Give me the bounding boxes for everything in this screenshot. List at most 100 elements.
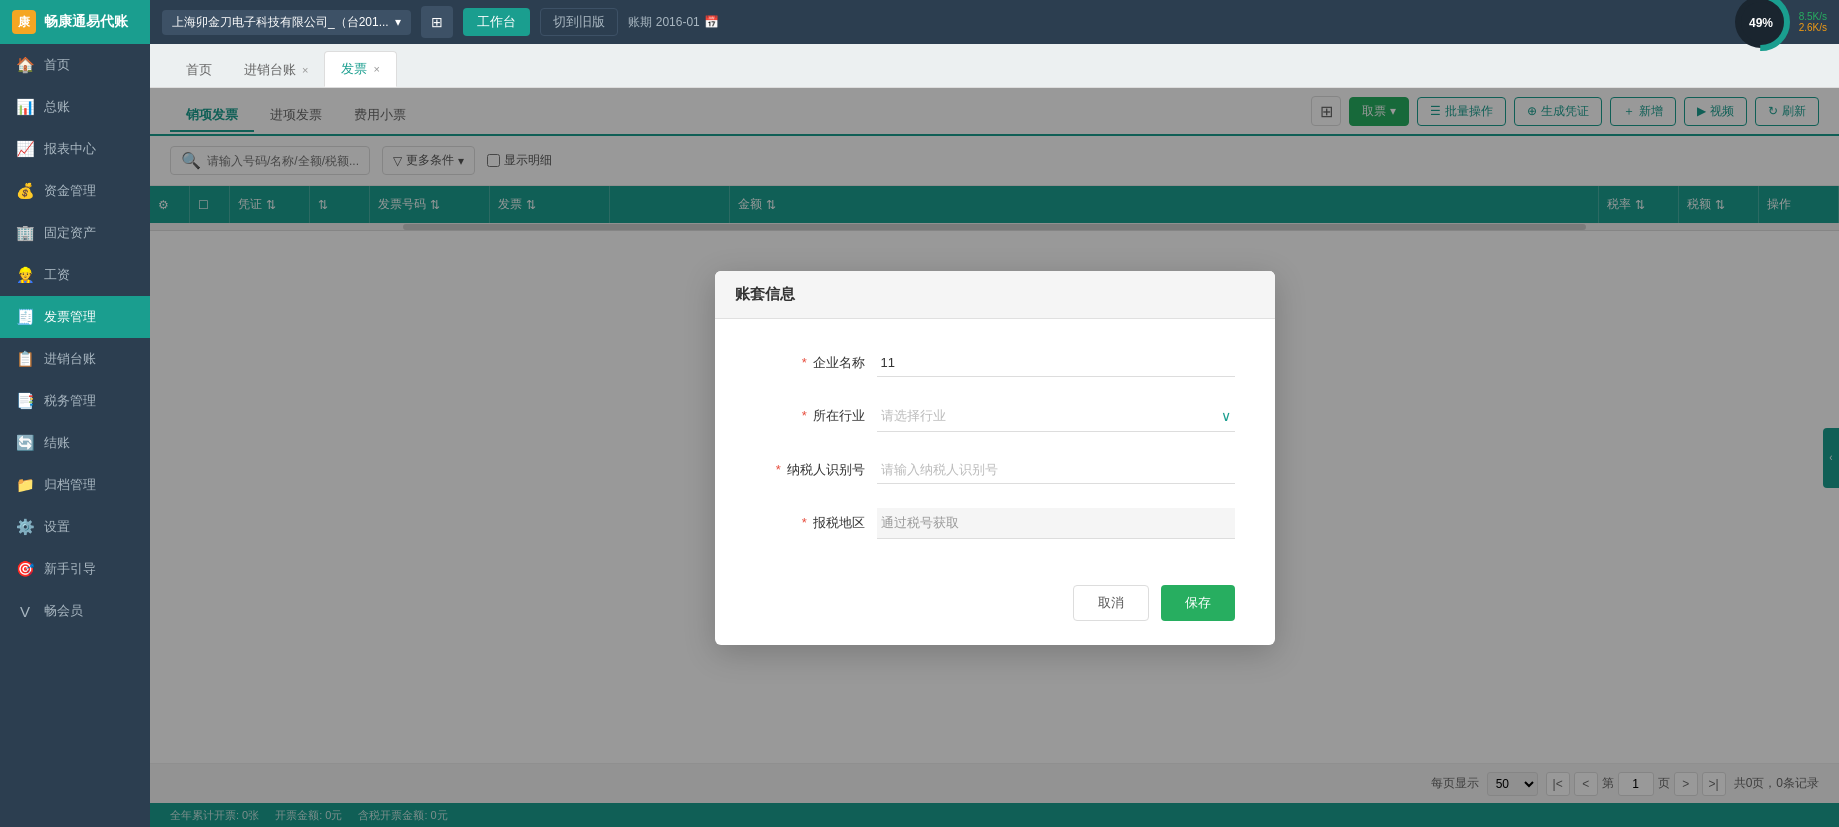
sidebar-icon-7: 📋 xyxy=(16,350,34,368)
sidebar-label-13: 畅会员 xyxy=(44,602,83,620)
sidebar-label-12: 新手引导 xyxy=(44,560,96,578)
sidebar-item-10[interactable]: 📁 归档管理 xyxy=(0,464,150,506)
cancel-button[interactable]: 取消 xyxy=(1073,585,1149,621)
form-label-taxregion: * 报税地区 xyxy=(755,514,865,532)
tab-home-label: 首页 xyxy=(186,61,212,79)
industry-placeholder: 请选择行业 xyxy=(881,407,1221,425)
sidebar-icon-9: 🔄 xyxy=(16,434,34,452)
workbench-button[interactable]: 工作台 xyxy=(463,8,530,36)
company-dropdown-icon: ▾ xyxy=(395,15,401,29)
sidebar-item-5[interactable]: 👷 工资 xyxy=(0,254,150,296)
dialog-header: 账套信息 xyxy=(715,271,1275,319)
company-name-input[interactable] xyxy=(877,349,1235,377)
tab-invoices-label: 发票 xyxy=(341,60,367,78)
sidebar-item-2[interactable]: 📈 报表中心 xyxy=(0,128,150,170)
sidebar-item-13[interactable]: V 畅会员 xyxy=(0,590,150,632)
dialog-body: * 企业名称 * 所在行业 请选择行业 ∨ xyxy=(715,319,1275,569)
app-logo-icon: 康 xyxy=(12,10,36,34)
sidebar-label-0: 首页 xyxy=(44,56,70,74)
form-row-taxid: * 纳税人识别号 xyxy=(755,456,1235,484)
sidebar-icon-8: 📑 xyxy=(16,392,34,410)
sidebar-item-11[interactable]: ⚙️ 设置 xyxy=(0,506,150,548)
tabbar: 首页 进销台账 × 发票 × xyxy=(150,44,1839,88)
company-name: 上海卯金刀电子科技有限公司_（台201... xyxy=(172,14,389,31)
required-star-taxid: * xyxy=(776,462,781,477)
speed-percent: 49% xyxy=(1749,16,1773,30)
industry-dropdown-icon: ∨ xyxy=(1221,408,1231,424)
required-star-company: * xyxy=(802,355,807,370)
sidebar-label-4: 固定资产 xyxy=(44,224,96,242)
form-row-taxregion: * 报税地区 通过税号获取 xyxy=(755,508,1235,539)
tab-invoices-close[interactable]: × xyxy=(373,63,379,75)
sidebar-item-4[interactable]: 🏢 固定资产 xyxy=(0,212,150,254)
sidebar-item-0[interactable]: 🏠 首页 xyxy=(0,44,150,86)
sidebar-item-12[interactable]: 🎯 新手引导 xyxy=(0,548,150,590)
form-row-company: * 企业名称 xyxy=(755,349,1235,377)
speed-down: 2.6K/s xyxy=(1799,22,1827,33)
sidebar-item-3[interactable]: 💰 资金管理 xyxy=(0,170,150,212)
sidebar-item-7[interactable]: 📋 进销台账 xyxy=(0,338,150,380)
tab-purchases-label: 进销台账 xyxy=(244,61,296,79)
main-area: 上海卯金刀电子科技有限公司_（台201... ▾ ⊞ 工作台 切到旧版 账期 2… xyxy=(150,0,1839,827)
sidebar-icon-3: 💰 xyxy=(16,182,34,200)
sidebar-label-11: 设置 xyxy=(44,518,70,536)
sidebar-item-6[interactable]: 🧾 发票管理 xyxy=(0,296,150,338)
sidebar-label-5: 工资 xyxy=(44,266,70,284)
sidebar-label-7: 进销台账 xyxy=(44,350,96,368)
sidebar-icon-4: 🏢 xyxy=(16,224,34,242)
period-label: 账期 xyxy=(628,14,652,31)
taxregion-label-text: 报税地区 xyxy=(813,515,865,530)
content-area: 销项发票 进项发票 费用小票 ⊞ 取票 ▾ ☰ 批量操作 ⊕ xyxy=(150,88,1839,827)
sidebar-label-3: 资金管理 xyxy=(44,182,96,200)
sidebar-label-9: 结账 xyxy=(44,434,70,452)
calendar-icon[interactable]: 📅 xyxy=(704,15,719,29)
save-button[interactable]: 保存 xyxy=(1161,585,1235,621)
sidebar-icon-1: 📊 xyxy=(16,98,34,116)
sidebar-label-6: 发票管理 xyxy=(44,308,96,326)
speed-up: 8.5K/s xyxy=(1799,11,1827,22)
industry-select[interactable]: 请选择行业 ∨ xyxy=(877,401,1235,432)
industry-label-text: 所在行业 xyxy=(813,408,865,423)
switch-old-button[interactable]: 切到旧版 xyxy=(540,8,618,36)
sidebar-item-8[interactable]: 📑 税务管理 xyxy=(0,380,150,422)
dialog-footer: 取消 保存 xyxy=(715,569,1275,645)
form-label-company: * 企业名称 xyxy=(755,354,865,372)
form-label-taxid: * 纳税人识别号 xyxy=(755,461,865,479)
sidebar-item-1[interactable]: 📊 总账 xyxy=(0,86,150,128)
tab-home[interactable]: 首页 xyxy=(170,53,228,87)
app-title: 畅康通易代账 xyxy=(44,13,128,31)
taxid-input[interactable] xyxy=(877,456,1235,484)
sidebar-item-9[interactable]: 🔄 结账 xyxy=(0,422,150,464)
required-star-industry: * xyxy=(802,408,807,423)
sidebar-icon-6: 🧾 xyxy=(16,308,34,326)
sidebar-icon-12: 🎯 xyxy=(16,560,34,578)
dialog: 账套信息 * 企业名称 * 所在行业 xyxy=(715,271,1275,645)
sidebar-icon-2: 📈 xyxy=(16,140,34,158)
tab-purchases[interactable]: 进销台账 × xyxy=(228,53,324,87)
sidebar-label-1: 总账 xyxy=(44,98,70,116)
modal-overlay: 账套信息 * 企业名称 * 所在行业 xyxy=(150,88,1839,827)
topbar: 上海卯金刀电子科技有限公司_（台201... ▾ ⊞ 工作台 切到旧版 账期 2… xyxy=(150,0,1839,44)
form-label-industry: * 所在行业 xyxy=(755,407,865,425)
dialog-title: 账套信息 xyxy=(735,285,795,302)
sidebar-header: 康 畅康通易代账 xyxy=(0,0,150,44)
sidebar-label-2: 报表中心 xyxy=(44,140,96,158)
required-star-taxregion: * xyxy=(802,515,807,530)
sidebar-icon-11: ⚙️ xyxy=(16,518,34,536)
sidebar-icon-10: 📁 xyxy=(16,476,34,494)
sidebar-label-8: 税务管理 xyxy=(44,392,96,410)
taxid-label-text: 纳税人识别号 xyxy=(787,462,865,477)
sidebar-icon-5: 👷 xyxy=(16,266,34,284)
period-info: 账期 2016-01 📅 xyxy=(628,14,719,31)
company-selector[interactable]: 上海卯金刀电子科技有限公司_（台201... ▾ xyxy=(162,10,411,35)
speed-stats: 8.5K/s 2.6K/s xyxy=(1799,11,1827,33)
tab-invoices[interactable]: 发票 × xyxy=(324,51,396,87)
sidebar-label-10: 归档管理 xyxy=(44,476,96,494)
copy-icon-btn[interactable]: ⊞ xyxy=(421,6,453,38)
company-label-text: 企业名称 xyxy=(813,355,865,370)
period-value: 2016-01 xyxy=(656,15,700,29)
sidebar: 康 畅康通易代账 🏠 首页 📊 总账 📈 报表中心 💰 资金管理 🏢 固定资产 … xyxy=(0,0,150,827)
tab-purchases-close[interactable]: × xyxy=(302,64,308,76)
taxregion-disabled-input: 通过税号获取 xyxy=(877,508,1235,539)
sidebar-icon-13: V xyxy=(16,603,34,620)
